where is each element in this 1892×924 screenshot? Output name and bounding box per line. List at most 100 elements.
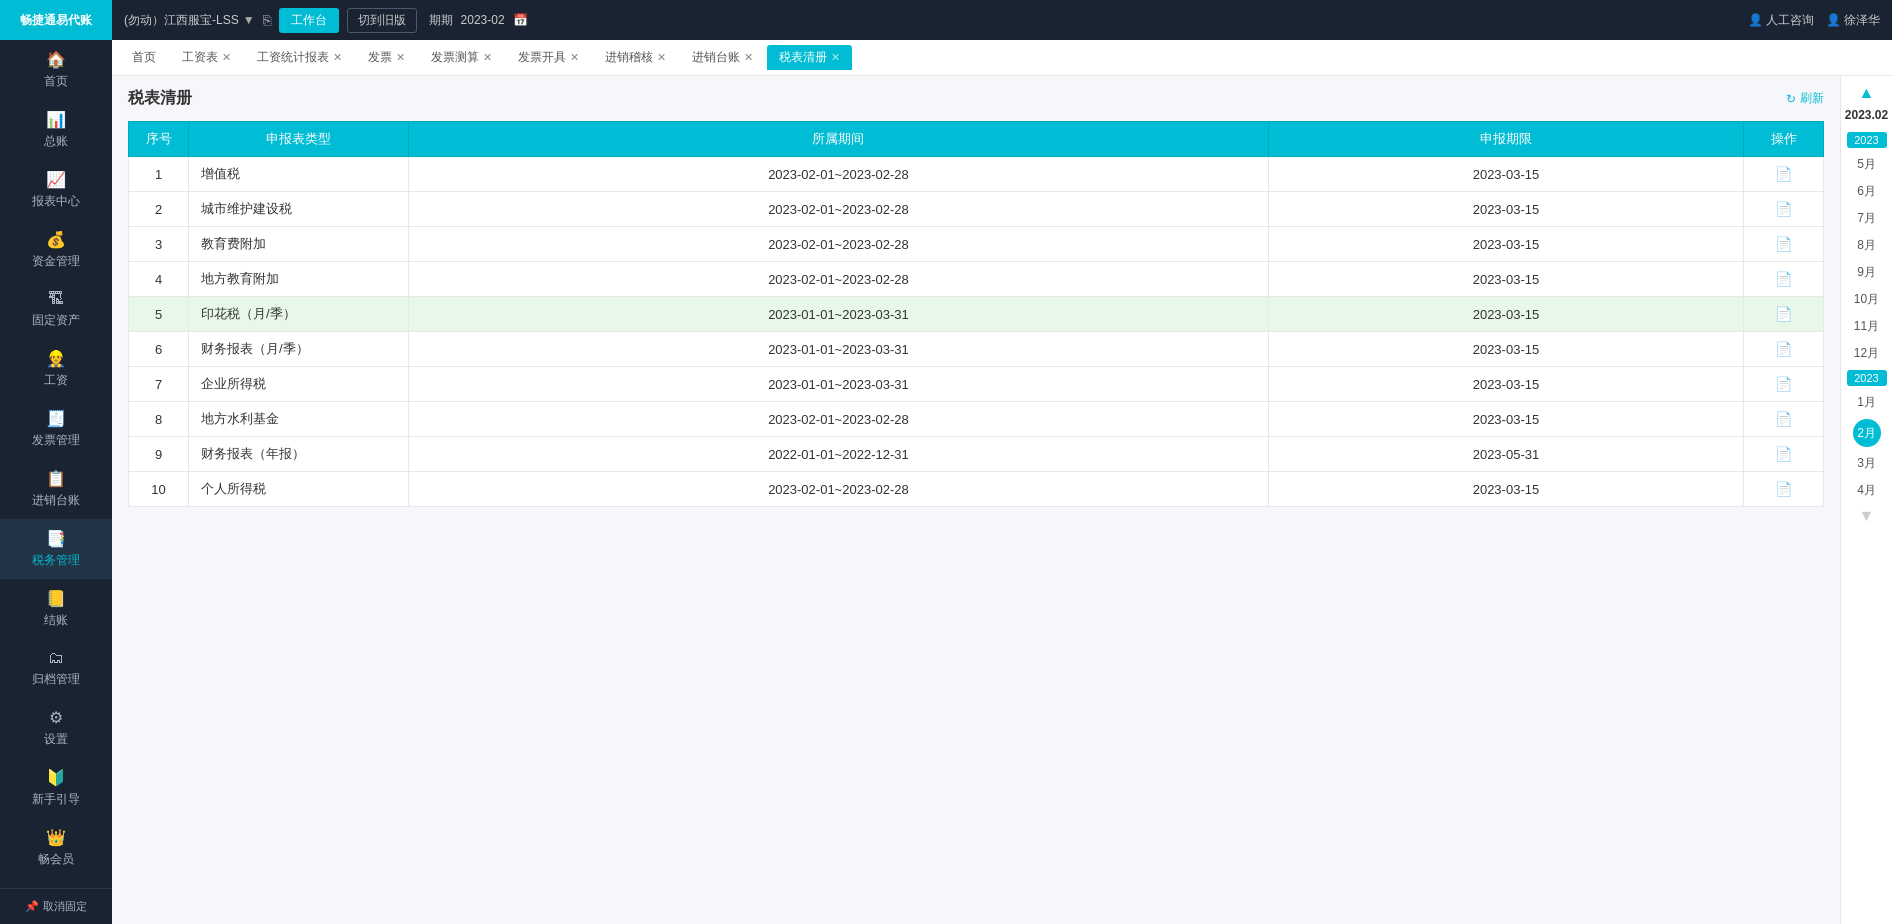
sidebar-item-guide[interactable]: 🔰 新手引导	[0, 758, 112, 818]
tab-tax-register[interactable]: 税表清册 ✕	[767, 45, 852, 70]
view-action-icon[interactable]: 📄	[1775, 446, 1792, 462]
month-11[interactable]: 11月	[1847, 316, 1887, 337]
month-5[interactable]: 5月	[1847, 154, 1887, 175]
period-value: 2023-02	[461, 13, 505, 27]
sidebar-item-purchase-sales[interactable]: 📋 进销台账	[0, 459, 112, 519]
view-action-icon[interactable]: 📄	[1775, 481, 1792, 497]
period-display: 期期 2023-02 📅	[429, 12, 528, 29]
month-8[interactable]: 8月	[1847, 235, 1887, 256]
month-12[interactable]: 12月	[1847, 343, 1887, 364]
cell-type: 个人所得税	[189, 472, 409, 507]
month-7[interactable]: 7月	[1847, 208, 1887, 229]
close-tab-salary[interactable]: ✕	[222, 51, 231, 64]
tab-salary-report[interactable]: 工资统计报表 ✕	[245, 45, 354, 70]
refresh-button[interactable]: ↻ 刷新	[1786, 90, 1824, 107]
cell-type: 企业所得税	[189, 367, 409, 402]
topbar-right: 👤 人工咨询 👤 徐泽华	[1748, 12, 1880, 29]
cell-no: 1	[129, 157, 189, 192]
view-action-icon[interactable]: 📄	[1775, 306, 1792, 322]
view-action-icon[interactable]: 📄	[1775, 201, 1792, 217]
sidebar-item-ledger[interactable]: 📊 总账	[0, 100, 112, 160]
avatar-icon: 👤	[1826, 13, 1841, 27]
sidebar-item-salary[interactable]: 👷 工资	[0, 339, 112, 399]
dropdown-icon: ▼	[243, 13, 255, 27]
sidebar-item-reports[interactable]: 📈 报表中心	[0, 160, 112, 220]
month-9[interactable]: 9月	[1847, 262, 1887, 283]
cell-deadline: 2023-03-15	[1268, 402, 1743, 437]
cell-action: 📄	[1744, 402, 1824, 437]
close-tab-invoice-issue[interactable]: ✕	[570, 51, 579, 64]
view-action-icon[interactable]: 📄	[1775, 271, 1792, 287]
year-2023-chip[interactable]: 2023	[1847, 132, 1887, 148]
sidebar-item-label: 畅会员	[38, 851, 74, 868]
tab-invoice[interactable]: 发票 ✕	[356, 45, 417, 70]
cell-no: 2	[129, 192, 189, 227]
company-selector[interactable]: (勿动）江西服宝-LSS ▼	[124, 12, 255, 29]
page-area: 税表清册 ↻ 刷新 序号 申报表类型 所属期间 申报期限 操作	[112, 76, 1840, 924]
nav-down-arrow[interactable]: ▼	[1859, 507, 1875, 525]
workstation-button[interactable]: 工作台	[279, 8, 339, 33]
table-row: 10 个人所得税 2023-02-01~2023-02-28 2023-03-1…	[129, 472, 1824, 507]
pin-icon: 📌	[25, 900, 39, 913]
tab-purchase-ledger[interactable]: 进销台账 ✕	[680, 45, 765, 70]
view-action-icon[interactable]: 📄	[1775, 376, 1792, 392]
close-accounts-icon: 📒	[46, 589, 66, 608]
ledger-icon: 📊	[46, 110, 66, 129]
view-action-icon[interactable]: 📄	[1775, 341, 1792, 357]
view-action-icon[interactable]: 📄	[1775, 166, 1792, 182]
cancel-fix-button[interactable]: 📌 取消固定	[0, 888, 112, 924]
tab-salary-table[interactable]: 工资表 ✕	[170, 45, 243, 70]
tab-invoice-issue[interactable]: 发票开具 ✕	[506, 45, 591, 70]
sidebar-item-settings[interactable]: ⚙ 设置	[0, 698, 112, 758]
sidebar-item-fixed-assets[interactable]: 🏗 固定资产	[0, 280, 112, 339]
sidebar-item-invoice[interactable]: 🧾 发票管理	[0, 399, 112, 459]
cell-period: 2023-01-01~2023-03-31	[409, 367, 1269, 402]
sidebar-item-member[interactable]: 👑 畅会员	[0, 818, 112, 878]
view-action-icon[interactable]: 📄	[1775, 411, 1792, 427]
month-2-active[interactable]: 2月	[1853, 419, 1881, 447]
home-icon: 🏠	[46, 50, 66, 69]
switch-old-button[interactable]: 切到旧版	[347, 8, 417, 33]
close-tab-invoice[interactable]: ✕	[396, 51, 405, 64]
sidebar-item-funds[interactable]: 💰 资金管理	[0, 220, 112, 280]
nav-up-arrow[interactable]: ▲	[1859, 84, 1875, 102]
right-panel: ▲ 2023.02 2023 5月 6月 7月 8月 9月 10月 11月 12…	[1840, 76, 1892, 924]
cell-period: 2023-01-01~2023-03-31	[409, 297, 1269, 332]
close-tab-tax-register[interactable]: ✕	[831, 51, 840, 64]
cell-deadline: 2023-03-15	[1268, 332, 1743, 367]
sidebar-item-home[interactable]: 🏠 首页	[0, 40, 112, 100]
tabbar: 首页 工资表 ✕ 工资统计报表 ✕ 发票 ✕ 发票测算 ✕ 发票开具 ✕ 进销稽…	[112, 40, 1892, 76]
sidebar-item-close-accounts[interactable]: 📒 结账	[0, 579, 112, 639]
year-2023-second-chip[interactable]: 2023	[1847, 370, 1887, 386]
month-4[interactable]: 4月	[1847, 480, 1887, 501]
month-6[interactable]: 6月	[1847, 181, 1887, 202]
close-tab-invoice-calc[interactable]: ✕	[483, 51, 492, 64]
sidebar-item-label: 税务管理	[32, 552, 80, 569]
cell-action: 📄	[1744, 367, 1824, 402]
view-action-icon[interactable]: 📄	[1775, 236, 1792, 252]
sidebar-item-label: 设置	[44, 731, 68, 748]
sidebar-item-archive[interactable]: 🗂 归档管理	[0, 639, 112, 698]
calendar-icon[interactable]: 📅	[513, 13, 528, 27]
cell-type: 增值税	[189, 157, 409, 192]
user-button[interactable]: 👤 徐泽华	[1826, 12, 1880, 29]
month-1[interactable]: 1月	[1847, 392, 1887, 413]
settings-icon: ⚙	[49, 708, 63, 727]
tab-invoice-calc[interactable]: 发票测算 ✕	[419, 45, 504, 70]
cell-deadline: 2023-03-15	[1268, 472, 1743, 507]
month-3[interactable]: 3月	[1847, 453, 1887, 474]
close-tab-purchase-audit[interactable]: ✕	[657, 51, 666, 64]
table-row: 1 增值税 2023-02-01~2023-02-28 2023-03-15 📄	[129, 157, 1824, 192]
cell-deadline: 2023-03-15	[1268, 262, 1743, 297]
close-tab-salary-report[interactable]: ✕	[333, 51, 342, 64]
copy-icon[interactable]: ⎘	[263, 12, 271, 28]
cell-period: 2023-02-01~2023-02-28	[409, 262, 1269, 297]
month-10[interactable]: 10月	[1847, 289, 1887, 310]
close-tab-purchase-ledger[interactable]: ✕	[744, 51, 753, 64]
tab-purchase-audit[interactable]: 进销稽核 ✕	[593, 45, 678, 70]
sidebar-item-tax[interactable]: 📑 税务管理	[0, 519, 112, 579]
cell-no: 9	[129, 437, 189, 472]
cell-type: 城市维护建设税	[189, 192, 409, 227]
consult-button[interactable]: 👤 人工咨询	[1748, 12, 1814, 29]
tab-home[interactable]: 首页	[120, 45, 168, 70]
